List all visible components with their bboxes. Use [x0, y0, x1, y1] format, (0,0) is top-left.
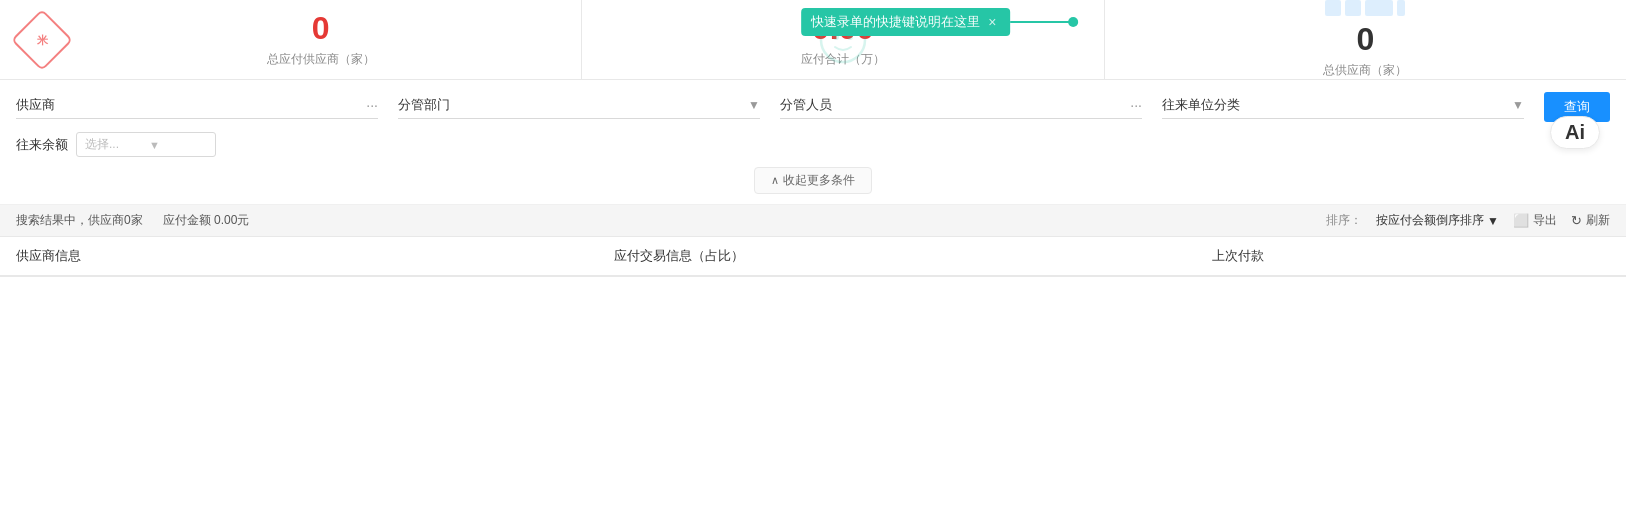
collapse-label: 收起更多条件 [783, 172, 855, 189]
sort-value: 按应付会额倒序排序 [1376, 212, 1484, 229]
stat-total-suppliers: 0 总供应商（家） [1105, 0, 1626, 79]
results-bar: 搜索结果中，供应商0家 应付金额 0.00元 排序： 按应付会额倒序排序 ▼ ⬜… [0, 205, 1626, 237]
balance-select-chevron: ▼ [149, 139, 207, 151]
refresh-button[interactable]: ↻ 刷新 [1571, 212, 1610, 229]
stat-total-payable-suppliers: 米 0 总应付供应商（家） [0, 0, 582, 79]
col-payable-header: 应付交易信息（占比） [614, 247, 1212, 265]
logo-diamond: 米 [20, 18, 64, 62]
col-lastpay-header: 上次付款 [1212, 247, 1611, 265]
export-button[interactable]: ⬜ 导出 [1513, 212, 1557, 229]
payable-suppliers-number: 0 [312, 11, 330, 46]
total-suppliers-number: 0 [1356, 22, 1374, 57]
tooltip-bar: 快速录单的快捷键说明在这里 × [801, 8, 1010, 36]
filter-row-2: 往来余额 选择... ▼ [16, 132, 1610, 157]
results-amount: 应付金额 0.00元 [163, 212, 250, 229]
export-icon: ⬜ [1513, 213, 1529, 228]
sort-select[interactable]: 按应付会额倒序排序 ▼ [1376, 212, 1499, 229]
unit-class-filter: 往来单位分类 ▼ [1162, 96, 1524, 119]
results-suppliers: 搜索结果中，供应商0家 [16, 212, 143, 229]
refresh-label: 刷新 [1586, 212, 1610, 229]
person-label: 分管人员 [780, 96, 832, 114]
collapse-chevron-icon: ∧ [771, 174, 779, 187]
refresh-icon: ↻ [1571, 213, 1582, 228]
results-summary: 搜索结果中，供应商0家 应付金额 0.00元 [16, 212, 249, 229]
balance-label: 往来余额 [16, 136, 68, 154]
dept-filter: 分管部门 ▼ [398, 96, 760, 119]
results-actions: 排序： 按应付会额倒序排序 ▼ ⬜ 导出 ↻ 刷新 [1326, 212, 1610, 229]
blue-boxes-icon [1325, 0, 1405, 16]
balance-select[interactable]: 选择... ▼ [76, 132, 216, 157]
sort-label: 排序： [1326, 212, 1362, 229]
total-suppliers-label: 总供应商（家） [1323, 62, 1407, 79]
dept-input[interactable] [458, 97, 748, 112]
dept-label: 分管部门 [398, 96, 450, 114]
person-input[interactable] [840, 97, 1130, 112]
collapse-button[interactable]: ∧ 收起更多条件 [754, 167, 872, 194]
unit-class-chevron-icon[interactable]: ▼ [1512, 98, 1524, 112]
col-supplier-header: 供应商信息 [16, 247, 614, 265]
tooltip-dot [1068, 17, 1078, 27]
tooltip-text: 快速录单的快捷键说明在这里 [811, 13, 980, 31]
export-label: 导出 [1533, 212, 1557, 229]
supplier-input[interactable] [74, 97, 366, 112]
table-header: 供应商信息 应付交易信息（占比） 上次付款 [0, 237, 1626, 277]
ai-badge[interactable]: Ai [1550, 116, 1600, 149]
table-body [0, 277, 1626, 477]
filter-area: 供应商 ··· 分管部门 ▼ 分管人员 ··· 往来单位分类 ▼ 查询 往来余额… [0, 80, 1626, 205]
supplier-more-icon[interactable]: ··· [366, 97, 378, 113]
stat-payable-total: 0.00 应付合计（万） 快速录单的快捷键说明在这里 × [582, 0, 1104, 79]
supplier-label: 供应商 [16, 96, 66, 114]
sort-chevron-icon: ▼ [1487, 214, 1499, 228]
unit-class-input[interactable] [1248, 97, 1512, 112]
payable-suppliers-label: 总应付供应商（家） [267, 51, 375, 68]
person-filter: 分管人员 ··· [780, 96, 1142, 119]
tooltip-close-icon[interactable]: × [988, 14, 996, 30]
dept-chevron-icon[interactable]: ▼ [748, 98, 760, 112]
stats-bar: 米 0 总应付供应商（家） 0.00 应付合计（万） 快速录单的快捷键说明在这里… [0, 0, 1626, 80]
supplier-filter: 供应商 ··· [16, 96, 378, 119]
balance-placeholder: 选择... [85, 136, 143, 153]
person-more-icon[interactable]: ··· [1130, 97, 1142, 113]
filter-row-1: 供应商 ··· 分管部门 ▼ 分管人员 ··· 往来单位分类 ▼ 查询 [16, 92, 1610, 122]
unit-class-label: 往来单位分类 [1162, 96, 1240, 114]
